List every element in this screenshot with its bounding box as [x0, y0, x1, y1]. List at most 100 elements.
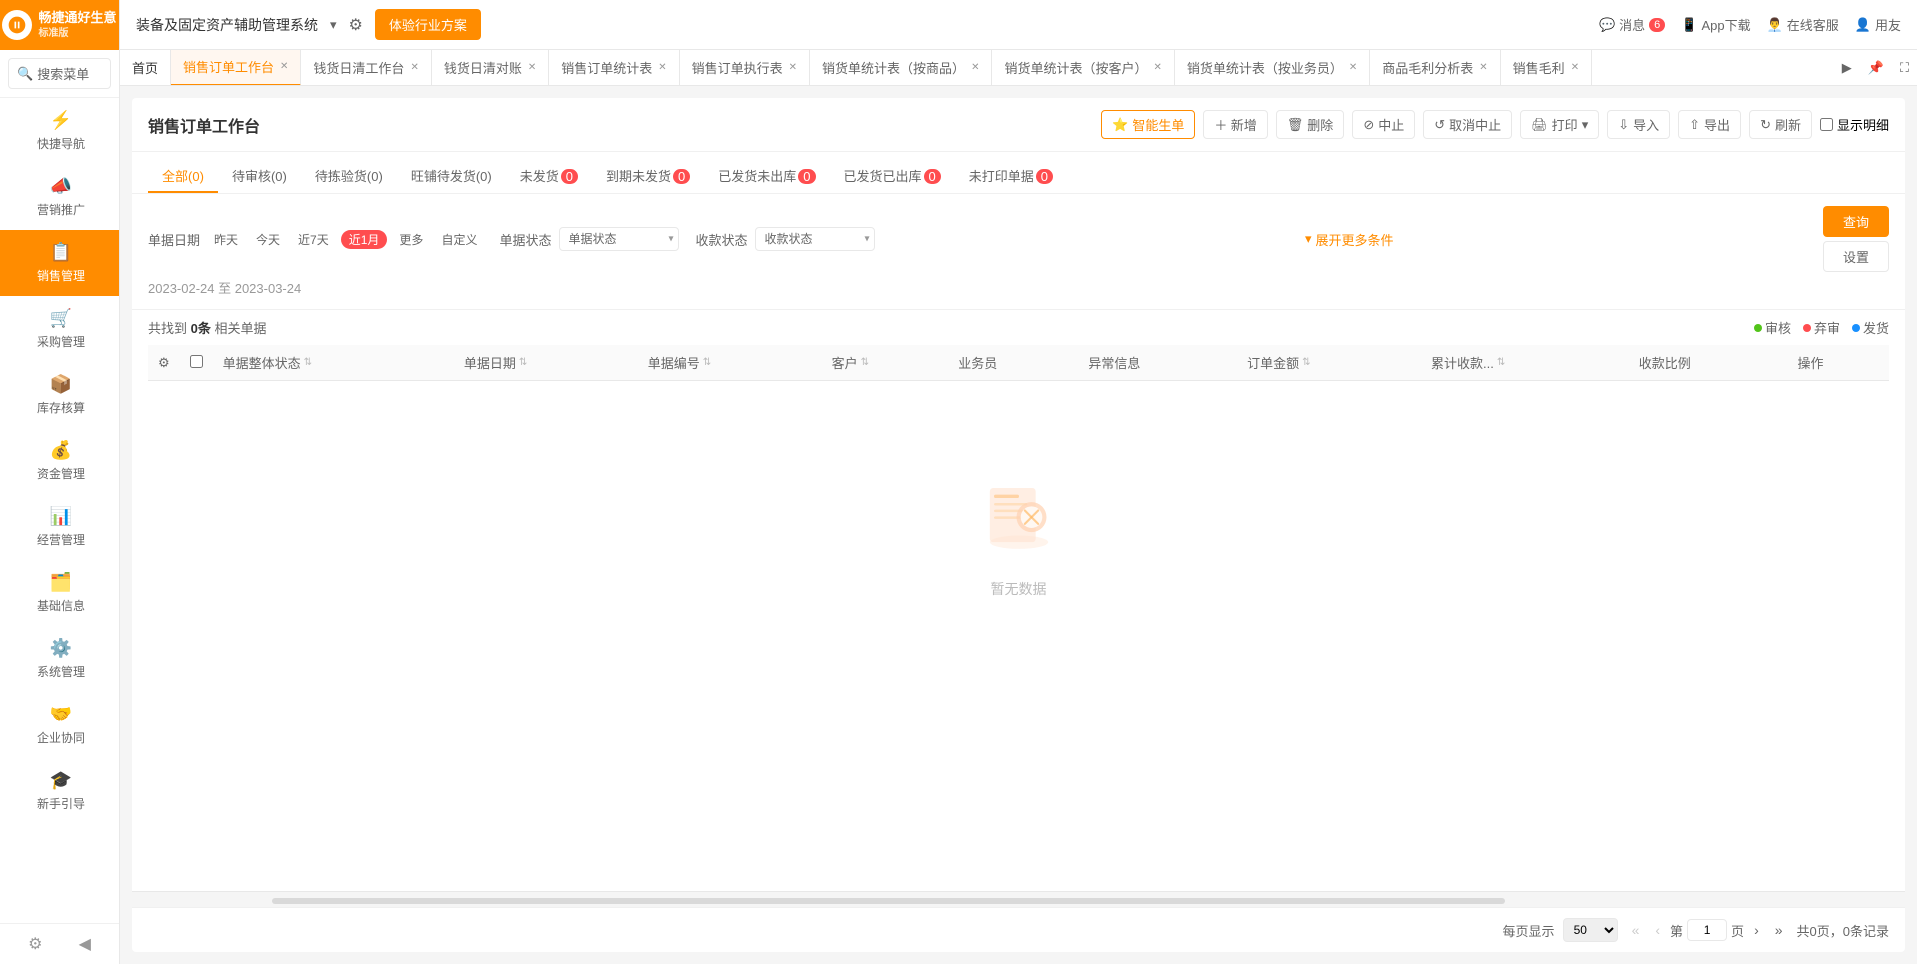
settings-bottom-btn[interactable]: ⚙: [28, 934, 42, 954]
delete-btn[interactable]: 🗑 删除: [1276, 110, 1345, 139]
tab-close-sales-stat[interactable]: ✕: [658, 62, 666, 73]
query-btn[interactable]: 查询: [1823, 206, 1889, 237]
new-btn[interactable]: ＋ 新增: [1203, 110, 1267, 139]
tab-sales-summary-customer[interactable]: 销货单统计表（按客户） ✕: [992, 50, 1174, 86]
page-input[interactable]: [1687, 919, 1727, 941]
smart-generate-btn[interactable]: ⭐ 智能生单: [1101, 110, 1195, 139]
import-icon: ⇩: [1618, 117, 1629, 133]
service-icon: 👨‍💼: [1767, 17, 1783, 33]
prev-page-btn[interactable]: ‹: [1649, 919, 1666, 941]
sidebar-item-finance[interactable]: 💰 资金管理: [0, 428, 119, 494]
filter-setting-btn[interactable]: 设置: [1823, 241, 1889, 272]
operations-icon: 📊: [50, 506, 72, 527]
customer-sort-icon[interactable]: ⇅: [861, 357, 869, 368]
sub-tab-all[interactable]: 全部(0): [148, 160, 218, 193]
tab-close-sales-workbench[interactable]: ✕: [280, 61, 288, 72]
online-service-btn[interactable]: 👨‍💼 在线客服: [1767, 15, 1839, 34]
stop-btn[interactable]: ⊘ 中止: [1352, 110, 1415, 139]
sidebar-item-guide[interactable]: 🎓 新手引导: [0, 758, 119, 824]
tab-sales-workbench[interactable]: 销售订单工作台 ✕: [171, 50, 301, 86]
sidebar-item-system[interactable]: ⚙️ 系统管理: [0, 626, 119, 692]
tab-unpin-btn[interactable]: 📌: [1860, 60, 1892, 76]
status-select[interactable]: 单据状态: [559, 227, 679, 251]
tab-close-cash-daily[interactable]: ✕: [410, 62, 418, 73]
sidebar-search-area: 🔍 搜索菜单: [0, 50, 119, 98]
table-header-bar: 共找到 0条 相关单据 审核 弃审 发货: [132, 310, 1905, 345]
page-size-select[interactable]: 50 10 20 100: [1563, 918, 1618, 942]
refresh-btn[interactable]: ↻ 刷新: [1749, 110, 1812, 139]
amount-sort-icon[interactable]: ⇅: [1302, 357, 1310, 368]
yesterday-btn[interactable]: 昨天: [208, 229, 244, 250]
sub-tab-overdue-not-shipped[interactable]: 到期未发货0: [592, 160, 704, 193]
tab-sales-exec[interactable]: 销售订单执行表 ✕: [680, 50, 810, 86]
tab-close-gross-margin[interactable]: ✕: [1479, 62, 1487, 73]
number-sort-icon[interactable]: ⇅: [703, 357, 711, 368]
show-detail-checkbox[interactable]: [1820, 118, 1833, 131]
sidebar-item-operations[interactable]: 📊 经营管理: [0, 494, 119, 560]
sub-tab-pending-check[interactable]: 待拣验货(0): [301, 160, 397, 193]
tab-sales-profit[interactable]: 销售毛利 ✕: [1501, 50, 1592, 86]
config-icon[interactable]: ⚙: [158, 355, 170, 370]
payment-select[interactable]: 收款状态: [755, 227, 875, 251]
tab-close-sales-summary-customer[interactable]: ✕: [1153, 62, 1161, 73]
received-sort-icon[interactable]: ⇅: [1497, 357, 1505, 368]
sub-tab-wangpu[interactable]: 旺铺待发货(0): [397, 160, 506, 193]
tab-sales-summary-staff[interactable]: 销货单统计表（按业务员） ✕: [1175, 50, 1370, 86]
ship-action-btn[interactable]: 发货: [1852, 318, 1889, 337]
tab-fullscreen-btn[interactable]: ⛶: [1892, 60, 1917, 76]
sidebar-item-inventory[interactable]: 📦 库存核算: [0, 362, 119, 428]
cancel-review-action-btn[interactable]: 弃审: [1803, 318, 1840, 337]
tab-sales-summary-product[interactable]: 销货单统计表（按商品） ✕: [810, 50, 992, 86]
tab-close-sales-summary-product[interactable]: ✕: [971, 62, 979, 73]
industry-btn[interactable]: 体验行业方案: [375, 9, 481, 40]
app-download-btn[interactable]: 📱 App下载: [1681, 15, 1750, 34]
sub-tab-pending-review[interactable]: 待审核(0): [218, 160, 301, 193]
tab-close-sales-summary-staff[interactable]: ✕: [1349, 62, 1357, 73]
gear-button[interactable]: ⚙: [349, 15, 363, 35]
last7days-btn[interactable]: 近7天: [292, 229, 335, 250]
custom-date-btn[interactable]: 自定义: [435, 229, 483, 250]
tab-close-sales-exec[interactable]: ✕: [789, 62, 797, 73]
sidebar-item-purchase[interactable]: 🛒 采购管理: [0, 296, 119, 362]
expand-conditions-btn[interactable]: ▾ 展开更多条件: [1305, 230, 1394, 249]
sidebar-item-quicknav[interactable]: ⚡ 快捷导航: [0, 98, 119, 164]
more-date-btn[interactable]: 更多: [393, 229, 429, 250]
tab-cash-daily[interactable]: 钱货日清工作台 ✕: [301, 50, 431, 86]
sub-tab-not-shipped[interactable]: 未发货0: [506, 160, 592, 193]
message-btn[interactable]: 💬 消息 6: [1599, 15, 1665, 34]
user-btn[interactable]: 👤 用友: [1855, 15, 1901, 34]
collapse-btn[interactable]: ◀: [79, 934, 91, 954]
scroll-area[interactable]: [132, 891, 1905, 907]
sidebar-item-enterprise[interactable]: 🤝 企业协同: [0, 692, 119, 758]
last-page-btn[interactable]: »: [1769, 919, 1789, 941]
system-dropdown[interactable]: ▾: [330, 17, 337, 33]
sidebar-item-basic[interactable]: 🗂️ 基础信息: [0, 560, 119, 626]
tab-close-sales-profit[interactable]: ✕: [1571, 62, 1579, 73]
import-btn[interactable]: ⇩ 导入: [1607, 110, 1670, 139]
cancel-stop-btn[interactable]: ↺ 取消中止: [1423, 110, 1512, 139]
tab-more-btn[interactable]: ▶: [1834, 60, 1860, 76]
last1month-btn[interactable]: 近1月: [341, 230, 388, 249]
sub-tab-shipped-not-warehoused[interactable]: 已发货未出库0: [704, 160, 829, 193]
sidebar-item-marketing[interactable]: 📣 营销推广: [0, 164, 119, 230]
next-page-btn[interactable]: ›: [1748, 919, 1765, 941]
date-sort-icon[interactable]: ⇅: [519, 357, 527, 368]
tab-home[interactable]: 首页: [120, 50, 171, 86]
review-action-btn[interactable]: 审核: [1754, 318, 1791, 337]
tab-sales-stat[interactable]: 销售订单统计表 ✕: [549, 50, 679, 86]
show-detail-label[interactable]: 显示明细: [1820, 115, 1889, 134]
search-menu-button[interactable]: 🔍 搜索菜单: [8, 58, 111, 89]
select-all-checkbox[interactable]: [190, 355, 203, 368]
first-page-btn[interactable]: «: [1626, 919, 1646, 941]
print-btn[interactable]: 🖨 打印 ▾: [1520, 110, 1599, 139]
sub-tab-not-printed[interactable]: 未打印单据0: [955, 160, 1067, 193]
tab-cash-reconcile[interactable]: 钱货日清对账 ✕: [432, 50, 549, 86]
today-btn[interactable]: 今天: [250, 229, 286, 250]
export-btn[interactable]: ⇧ 导出: [1678, 110, 1741, 139]
sidebar-item-sales[interactable]: 📋 销售管理: [0, 230, 119, 296]
tab-close-cash-reconcile[interactable]: ✕: [528, 62, 536, 73]
tab-gross-margin[interactable]: 商品毛利分析表 ✕: [1370, 50, 1500, 86]
th-config: ⚙: [148, 345, 180, 381]
sub-tab-shipped-warehoused[interactable]: 已发货已出库0: [830, 160, 955, 193]
status-sort-icon[interactable]: ⇅: [304, 357, 312, 368]
